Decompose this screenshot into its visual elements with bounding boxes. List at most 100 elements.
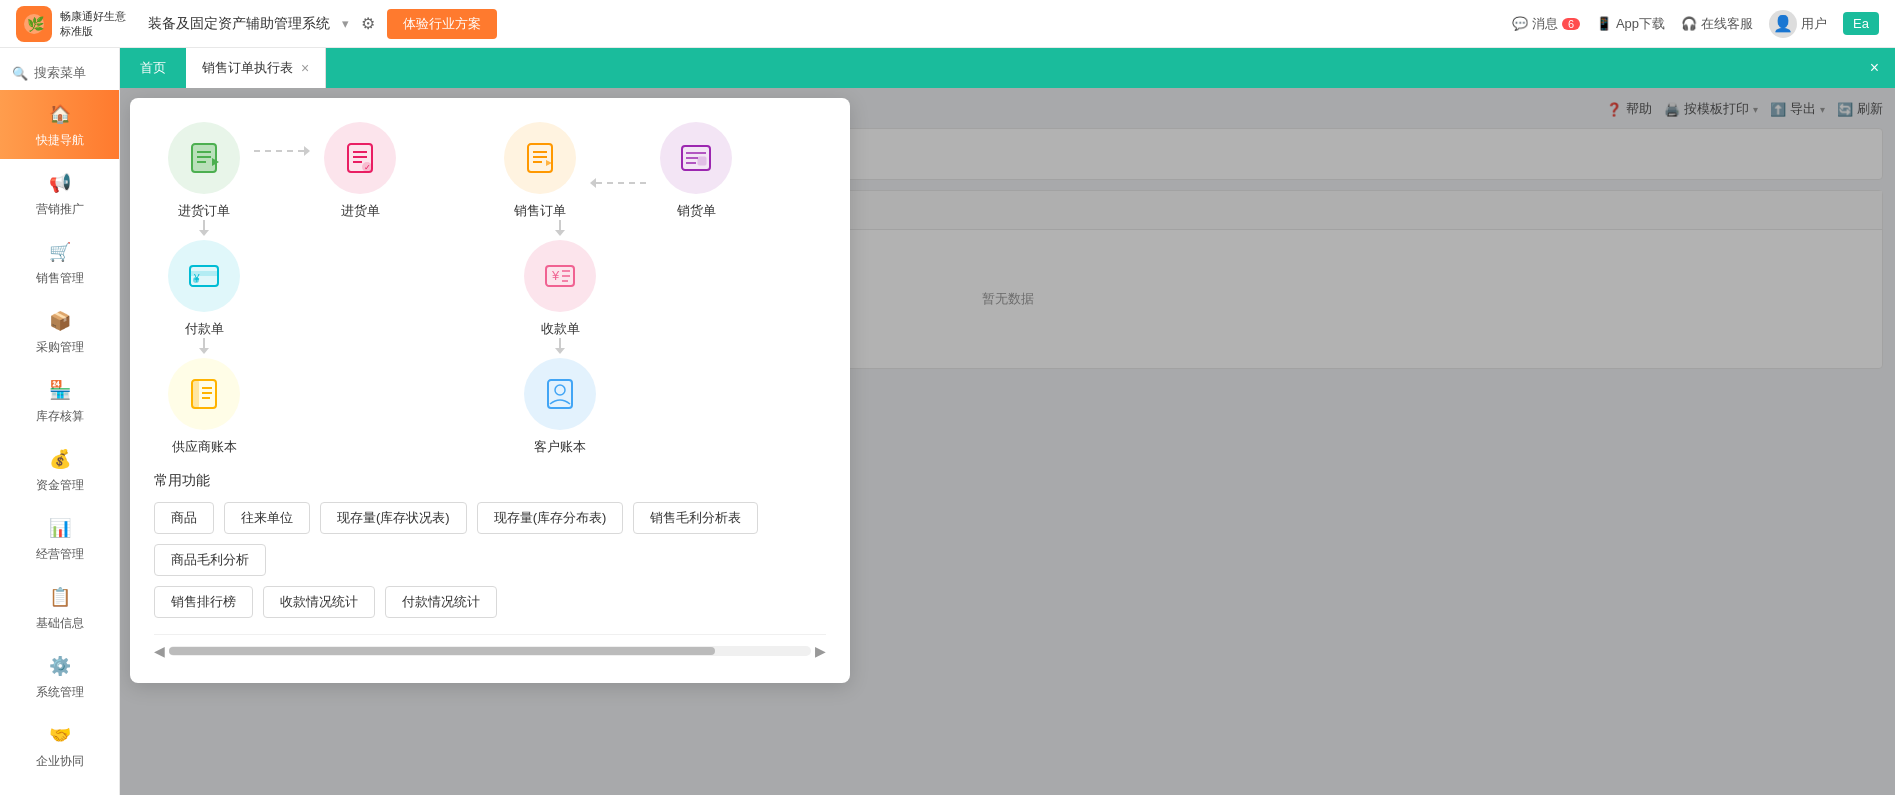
message-label: 消息 bbox=[1532, 15, 1558, 33]
func-btn-sales-profit[interactable]: 销售毛利分析表 bbox=[633, 502, 758, 534]
online-service-button[interactable]: 🎧 在线客服 bbox=[1681, 15, 1753, 33]
business-icon: 📊 bbox=[46, 514, 74, 542]
sidebar-item-business[interactable]: 📊 经营管理 bbox=[0, 504, 119, 573]
logo-text: 畅康通好生意 标准版 bbox=[60, 9, 126, 38]
func-btn-stock-dist[interactable]: 现存量(库存分布表) bbox=[477, 502, 624, 534]
sidebar-label-purchase: 采购管理 bbox=[36, 339, 84, 356]
basic-icon: 📋 bbox=[46, 583, 74, 611]
logo-icon: 🌿 bbox=[16, 6, 52, 42]
sales-order-circle bbox=[504, 122, 576, 194]
common-functions-section: 常用功能 商品 往来单位 现存量(库存状况表) 现存量(库存分布表) 销售毛利分… bbox=[154, 472, 826, 618]
sidebar-item-purchase[interactable]: 📦 采购管理 bbox=[0, 297, 119, 366]
sales-order-label: 销售订单 bbox=[514, 202, 566, 220]
tab-bar-close-button[interactable]: × bbox=[1854, 59, 1895, 77]
sidebar-item-quick-nav[interactable]: 🏠 快捷导航 bbox=[0, 90, 119, 159]
sidebar-item-inventory[interactable]: 🏪 库存核算 bbox=[0, 366, 119, 435]
arrow-down-4 bbox=[555, 338, 565, 358]
sidebar-item-enterprise[interactable]: 🤝 企业协同 bbox=[0, 711, 119, 780]
payment-label: 付款单 bbox=[185, 320, 224, 338]
tab-sales-order[interactable]: 销售订单执行表 × bbox=[186, 48, 326, 88]
flow-diagram: 进货订单 ¥ 付 bbox=[154, 122, 826, 456]
app-icon: 📱 bbox=[1596, 16, 1612, 31]
system-icon: ⚙️ bbox=[46, 652, 74, 680]
user-label: 用户 bbox=[1801, 15, 1827, 33]
func-btn-partners[interactable]: 往来单位 bbox=[224, 502, 310, 534]
payment-node[interactable]: ¥ 付款单 bbox=[154, 240, 254, 338]
func-btn-receipt-stats[interactable]: 收款情况统计 bbox=[263, 586, 375, 618]
payment-circle: ¥ bbox=[168, 240, 240, 312]
sidebar-label-system: 系统管理 bbox=[36, 684, 84, 701]
func-btn-goods-profit[interactable]: 商品毛利分析 bbox=[154, 544, 266, 576]
main-layout: 🔍 搜索菜单 🏠 快捷导航 📢 营销推广 🛒 销售管理 📦 采购管理 🏪 库存核… bbox=[0, 48, 1895, 795]
tab-home[interactable]: 首页 bbox=[120, 48, 186, 88]
sidebar-item-sales[interactable]: 🛒 销售管理 bbox=[0, 228, 119, 297]
sales-order-node[interactable]: 销售订单 bbox=[490, 122, 590, 220]
sales-bill-node[interactable]: 销货单 bbox=[646, 122, 746, 220]
customer-ledger-node[interactable]: 客户账本 bbox=[510, 358, 610, 456]
h-scrollbar-thumb bbox=[169, 647, 715, 655]
h-scrollbar[interactable] bbox=[169, 646, 811, 656]
func-row-1: 商品 往来单位 现存量(库存状况表) 现存量(库存分布表) 销售毛利分析表 商品… bbox=[154, 502, 826, 576]
purchase-order-label: 进货订单 bbox=[178, 202, 230, 220]
sidebar-label-finance: 资金管理 bbox=[36, 477, 84, 494]
search-menu-label: 搜索菜单 bbox=[34, 64, 86, 82]
purchase-bill-node[interactable]: ✓ 进货单 bbox=[310, 122, 410, 220]
func-btn-goods[interactable]: 商品 bbox=[154, 502, 214, 534]
quick-nav-icon: 🏠 bbox=[46, 100, 74, 128]
sidebar-label-business: 经营管理 bbox=[36, 546, 84, 563]
dropdown-arrow[interactable]: ▾ bbox=[342, 16, 349, 31]
left-flow-col: 进货订单 ¥ 付 bbox=[154, 122, 254, 456]
svg-text:¥: ¥ bbox=[193, 273, 200, 284]
page-content: ❓ 帮助 🖨️ 按模板打印 ▾ ⬆️ 导出 ▾ 🔄 刷新 bbox=[120, 88, 1895, 795]
svg-point-39 bbox=[555, 385, 565, 395]
settings-icon[interactable]: ⚙ bbox=[361, 14, 375, 33]
supplier-ledger-label: 供应商账本 bbox=[172, 438, 237, 456]
sidebar-item-marketing[interactable]: 📢 营销推广 bbox=[0, 159, 119, 228]
svg-text:🌿: 🌿 bbox=[27, 16, 45, 33]
common-functions-title: 常用功能 bbox=[154, 472, 826, 490]
purchase-bill-label: 进货单 bbox=[341, 202, 380, 220]
avatar: 👤 bbox=[1769, 10, 1797, 38]
marketing-icon: 📢 bbox=[46, 169, 74, 197]
tab-close-button[interactable]: × bbox=[301, 60, 309, 76]
popup-overlay: 进货订单 ¥ 付 bbox=[120, 88, 1895, 795]
func-btn-payment-stats[interactable]: 付款情况统计 bbox=[385, 586, 497, 618]
system-title: 装备及固定资产辅助管理系统 bbox=[148, 15, 330, 33]
sidebar-label-marketing: 营销推广 bbox=[36, 201, 84, 218]
scroll-right-arrow[interactable]: ▶ bbox=[815, 643, 826, 659]
right-flow-col: 销货单 bbox=[490, 122, 746, 456]
func-btn-stock-status[interactable]: 现存量(库存状况表) bbox=[320, 502, 467, 534]
func-row-2: 销售排行榜 收款情况统计 付款情况统计 bbox=[154, 586, 826, 618]
sidebar-label-basic: 基础信息 bbox=[36, 615, 84, 632]
content-area: 首页 销售订单执行表 × × ❓ 帮助 🖨️ 按模板打印 ▾ bbox=[120, 48, 1895, 795]
supplier-ledger-node[interactable]: 供应商账本 bbox=[154, 358, 254, 456]
try-plan-button[interactable]: 体验行业方案 bbox=[387, 9, 497, 39]
receipt-node[interactable]: ¥ 收款单 bbox=[510, 240, 610, 338]
search-menu-button[interactable]: 🔍 搜索菜单 bbox=[0, 56, 119, 90]
user-menu[interactable]: 👤 用户 bbox=[1769, 10, 1827, 38]
sidebar-item-system[interactable]: ⚙️ 系统管理 bbox=[0, 642, 119, 711]
inventory-icon: 🏪 bbox=[46, 376, 74, 404]
purchase-bill-col: ✓ 进货单 bbox=[310, 122, 410, 220]
receipt-circle: ¥ bbox=[524, 240, 596, 312]
message-badge: 6 bbox=[1562, 18, 1580, 30]
sidebar-item-basic[interactable]: 📋 基础信息 bbox=[0, 573, 119, 642]
sales-row: 销货单 bbox=[490, 122, 746, 220]
sidebar-item-newbie[interactable]: 🎓 新手引导 bbox=[0, 780, 119, 795]
sidebar-item-finance[interactable]: 💰 资金管理 bbox=[0, 435, 119, 504]
func-btn-sales-rank[interactable]: 销售排行榜 bbox=[154, 586, 253, 618]
purchase-order-node[interactable]: 进货订单 bbox=[154, 122, 254, 220]
enterprise-icon: 🤝 bbox=[46, 721, 74, 749]
app-download-button[interactable]: 📱 App下载 bbox=[1596, 15, 1665, 33]
search-icon: 🔍 bbox=[12, 66, 28, 81]
finance-icon: 💰 bbox=[46, 445, 74, 473]
sidebar-label-quick-nav: 快捷导航 bbox=[36, 132, 84, 149]
ea-badge: Ea bbox=[1843, 12, 1879, 35]
logo-area: 🌿 畅康通好生意 标准版 bbox=[16, 6, 136, 42]
arrow-down-2 bbox=[199, 338, 209, 358]
scroll-left-arrow[interactable]: ◀ bbox=[154, 643, 165, 659]
message-button[interactable]: 💬 消息 6 bbox=[1512, 15, 1580, 33]
arrow-down-3 bbox=[555, 220, 565, 240]
h-arrow-1 bbox=[254, 146, 310, 156]
message-icon: 💬 bbox=[1512, 16, 1528, 31]
